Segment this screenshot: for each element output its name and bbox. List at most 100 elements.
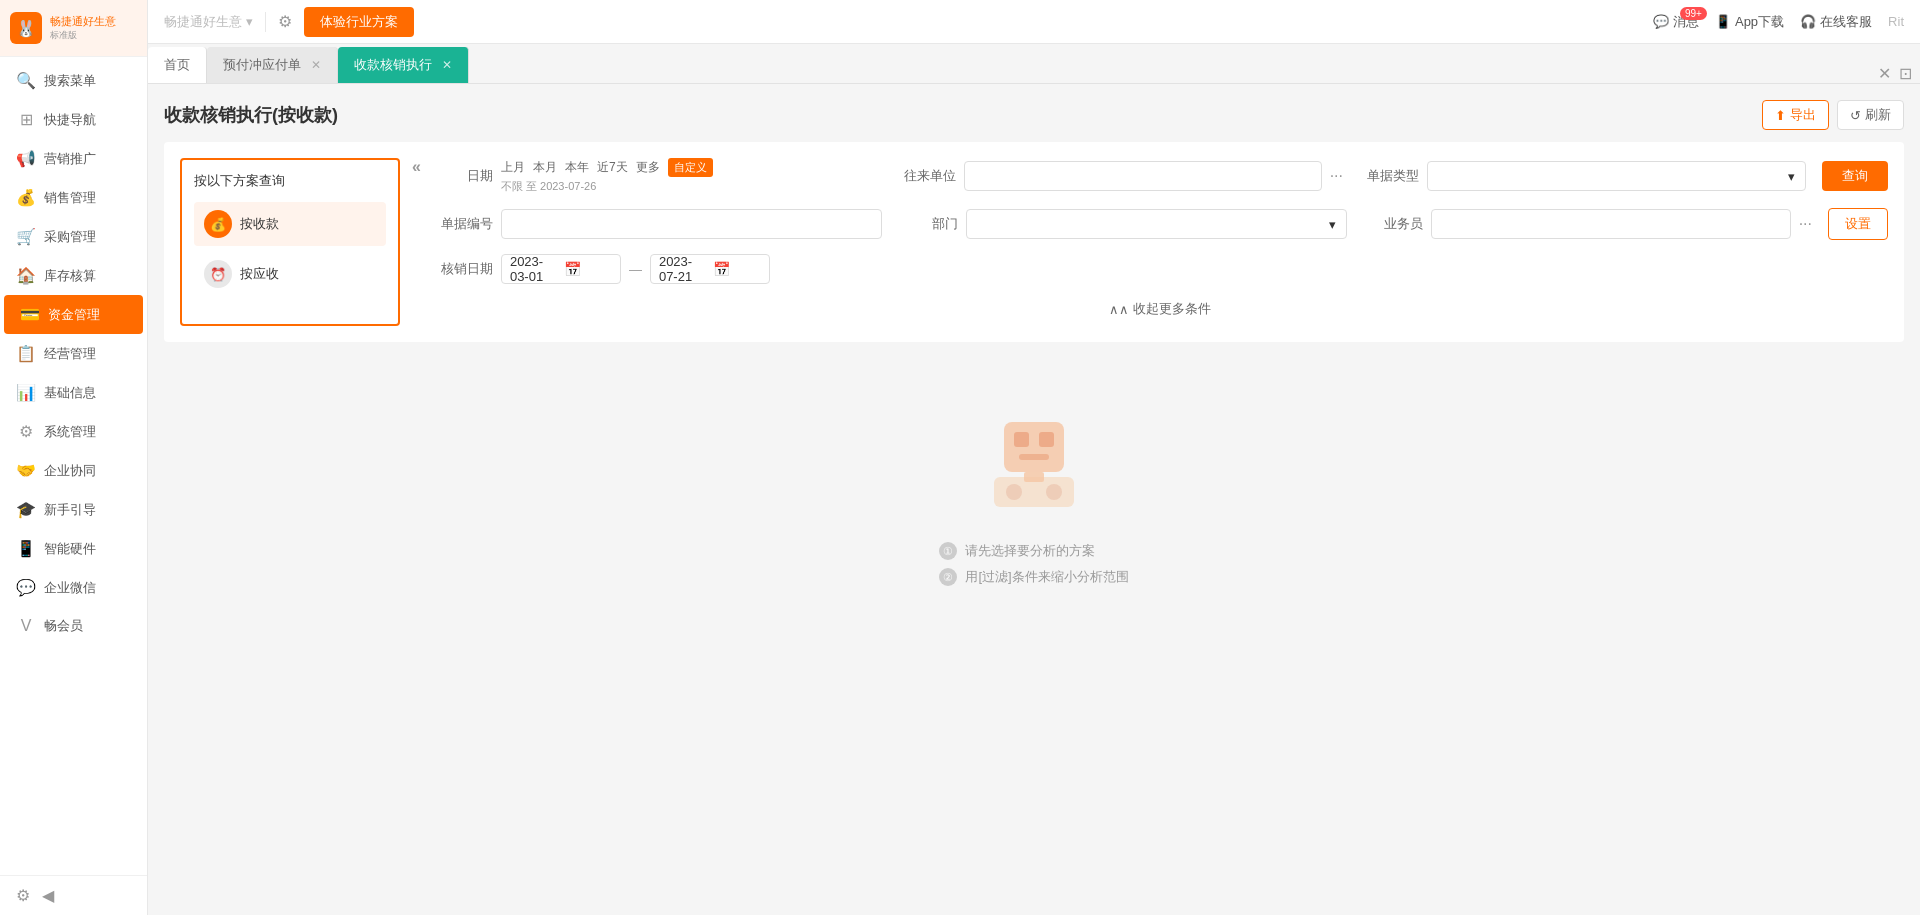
doc-no-input[interactable] — [501, 209, 882, 239]
logo-icon: 🐰 — [10, 12, 42, 44]
staff-more-icon[interactable]: ··· — [1799, 215, 1812, 233]
filter-row-3: 核销日期 2023-03-01 📅 — 2023-07-21 📅 — [433, 254, 1888, 284]
sidebar-label-wechat: 企业微信 — [44, 579, 96, 597]
writeoff-date-start-input[interactable]: 2023-03-01 📅 — [501, 254, 621, 284]
counterpart-more-icon[interactable]: ··· — [1330, 167, 1343, 185]
sidebar-item-enterprise[interactable]: 🤝企业协同 — [0, 451, 147, 490]
sidebar-item-operations[interactable]: 📋经营管理 — [0, 334, 147, 373]
solution-button[interactable]: 体验行业方案 — [304, 7, 414, 37]
svg-point-6 — [1006, 484, 1022, 500]
sidebar-item-marketing[interactable]: 📢营销推广 — [0, 139, 147, 178]
topbar-brand-text: 畅捷通好生意 — [164, 13, 242, 31]
app-download-button[interactable]: 📱 App下载 — [1715, 13, 1784, 31]
topbar-brand: 畅捷通好生意 ▾ — [164, 13, 253, 31]
enterprise-icon: 🤝 — [16, 461, 36, 480]
date-link-this-year[interactable]: 本年 — [565, 159, 589, 176]
search-icon: 🔍 — [16, 71, 36, 90]
tabbar: 首页 预付冲应付单 ✕ 收款核销执行 ✕ ✕ ⊡ — [148, 44, 1920, 84]
tab-prepay[interactable]: 预付冲应付单 ✕ — [207, 47, 338, 83]
dept-chevron-icon: ▾ — [1329, 217, 1336, 232]
writeoff-date-end-input[interactable]: 2023-07-21 📅 — [650, 254, 770, 284]
tab-home[interactable]: 首页 — [148, 47, 207, 83]
sidebar-label-finance: 资金管理 — [48, 306, 100, 324]
message-icon: 💬 — [1653, 14, 1669, 29]
date-sublabel: 不限 至 2023-07-26 — [501, 179, 713, 194]
tab-writeoff[interactable]: 收款核销执行 ✕ — [338, 47, 469, 83]
collapse-icon[interactable]: ◀ — [42, 886, 54, 905]
doc-type-field: 单据类型 ▾ — [1359, 161, 1806, 191]
counterpart-input[interactable] — [964, 161, 1322, 191]
svg-rect-2 — [1039, 432, 1054, 447]
tab-prepay-close[interactable]: ✕ — [311, 58, 321, 72]
filter-collapse-btn[interactable]: « — [412, 158, 421, 326]
topbar-gear-icon[interactable]: ⚙ — [278, 12, 292, 31]
sidebar-item-search[interactable]: 🔍搜索菜单 — [0, 61, 147, 100]
sidebar-label-hardware: 智能硬件 — [44, 540, 96, 558]
sidebar-item-hardware[interactable]: 📱 智能硬件 — [0, 529, 147, 568]
logo-name: 畅捷通好生意 — [50, 14, 116, 28]
page-header: 收款核销执行(按收款) ⬆ 导出 ↺ 刷新 — [164, 100, 1904, 130]
filter-rows: 日期 上月 本月 本年 近7天 更多 自定义 不限 至 — [433, 158, 1888, 284]
calendar-end-icon: 📅 — [713, 261, 761, 277]
filter-option-by-receivable[interactable]: ⏰ 按应收 — [194, 252, 386, 296]
sidebar-label-guide: 新手引导 — [44, 501, 96, 519]
setting-button[interactable]: 设置 — [1828, 208, 1888, 240]
tab-writeoff-close[interactable]: ✕ — [442, 58, 452, 72]
sidebar-item-basicinfo[interactable]: 📊基础信息 — [0, 373, 147, 412]
export-button[interactable]: ⬆ 导出 — [1762, 100, 1829, 130]
date-range-dash: — — [629, 262, 642, 277]
close-tab-icon[interactable]: ✕ — [1878, 64, 1891, 83]
staff-label: 业务员 — [1363, 215, 1423, 233]
sidebar-footer: ⚙ ◀ — [0, 875, 147, 915]
sidebar-item-sales[interactable]: 💰销售管理 — [0, 178, 147, 217]
filter-scheme-selector: 按以下方案查询 💰 按收款 ⏰ 按应收 — [180, 158, 400, 326]
service-button[interactable]: 🎧 在线客服 — [1800, 13, 1872, 31]
writeoff-date-range: 2023-03-01 📅 — 2023-07-21 📅 — [501, 254, 770, 284]
receipt-option-label: 按收款 — [240, 215, 279, 233]
svg-point-7 — [1046, 484, 1062, 500]
query-button[interactable]: 查询 — [1822, 161, 1888, 191]
doc-type-select[interactable]: ▾ — [1427, 161, 1806, 191]
doc-type-label: 单据类型 — [1359, 167, 1419, 185]
empty-illustration — [974, 402, 1094, 522]
sidebar-item-guide[interactable]: 🎓新手引导 — [0, 490, 147, 529]
content-area: 收款核销执行(按收款) ⬆ 导出 ↺ 刷新 按以下方案查询 💰 按收款 — [148, 84, 1920, 915]
sidebar-item-member[interactable]: V畅会员 — [0, 607, 147, 645]
filter-panel: 按以下方案查询 💰 按收款 ⏰ 按应收 « — [164, 142, 1904, 342]
sidebar-item-inventory[interactable]: 🏠库存核算 — [0, 256, 147, 295]
sidebar-item-quicknav[interactable]: ⊞快捷导航 — [0, 100, 147, 139]
date-link-custom[interactable]: 自定义 — [668, 158, 713, 177]
sidebar-item-wechat[interactable]: 💬企业微信 — [0, 568, 147, 607]
user-name[interactable]: Rit — [1888, 14, 1904, 29]
date-link-more[interactable]: 更多 — [636, 159, 660, 176]
date-link-7days[interactable]: 近7天 — [597, 159, 628, 176]
sidebar-label-member: 畅会员 — [44, 617, 83, 635]
dept-field: 部门 ▾ — [898, 209, 1347, 239]
purchase-icon: 🛒 — [16, 227, 36, 246]
service-label: 在线客服 — [1820, 13, 1872, 31]
sidebar-item-purchase[interactable]: 🛒采购管理 — [0, 217, 147, 256]
sidebar-logo: 🐰 畅捷通好生意 标准版 — [0, 0, 147, 57]
sidebar-item-finance[interactable]: 💳 资金管理 — [4, 295, 143, 334]
staff-field: 业务员 ··· — [1363, 209, 1812, 239]
refresh-icon: ↺ — [1850, 108, 1861, 123]
message-button[interactable]: 💬 消息 99+ — [1653, 13, 1699, 31]
tab-home-label: 首页 — [164, 56, 190, 74]
sidebar-item-system[interactable]: ⚙系统管理 — [0, 412, 147, 451]
topbar-dropdown-icon[interactable]: ▾ — [246, 14, 253, 29]
filter-option-by-receipt[interactable]: 💰 按收款 — [194, 202, 386, 246]
hardware-icon: 📱 — [16, 539, 36, 558]
writeoff-date-field: 核销日期 2023-03-01 📅 — 2023-07-21 📅 — [433, 254, 1888, 284]
finance-icon: 💳 — [20, 305, 40, 324]
quicknav-icon: ⊞ — [16, 110, 36, 129]
settings-icon[interactable]: ⚙ — [16, 886, 30, 905]
date-link-last-month[interactable]: 上月 — [501, 159, 525, 176]
svg-rect-3 — [1019, 454, 1049, 460]
date-link-this-month[interactable]: 本月 — [533, 159, 557, 176]
operations-icon: 📋 — [16, 344, 36, 363]
refresh-button[interactable]: ↺ 刷新 — [1837, 100, 1904, 130]
expand-tab-icon[interactable]: ⊡ — [1899, 64, 1912, 83]
collapse-more-button[interactable]: ∧∧ 收起更多条件 — [1109, 300, 1211, 318]
dept-select[interactable]: ▾ — [966, 209, 1347, 239]
staff-input[interactable] — [1431, 209, 1791, 239]
